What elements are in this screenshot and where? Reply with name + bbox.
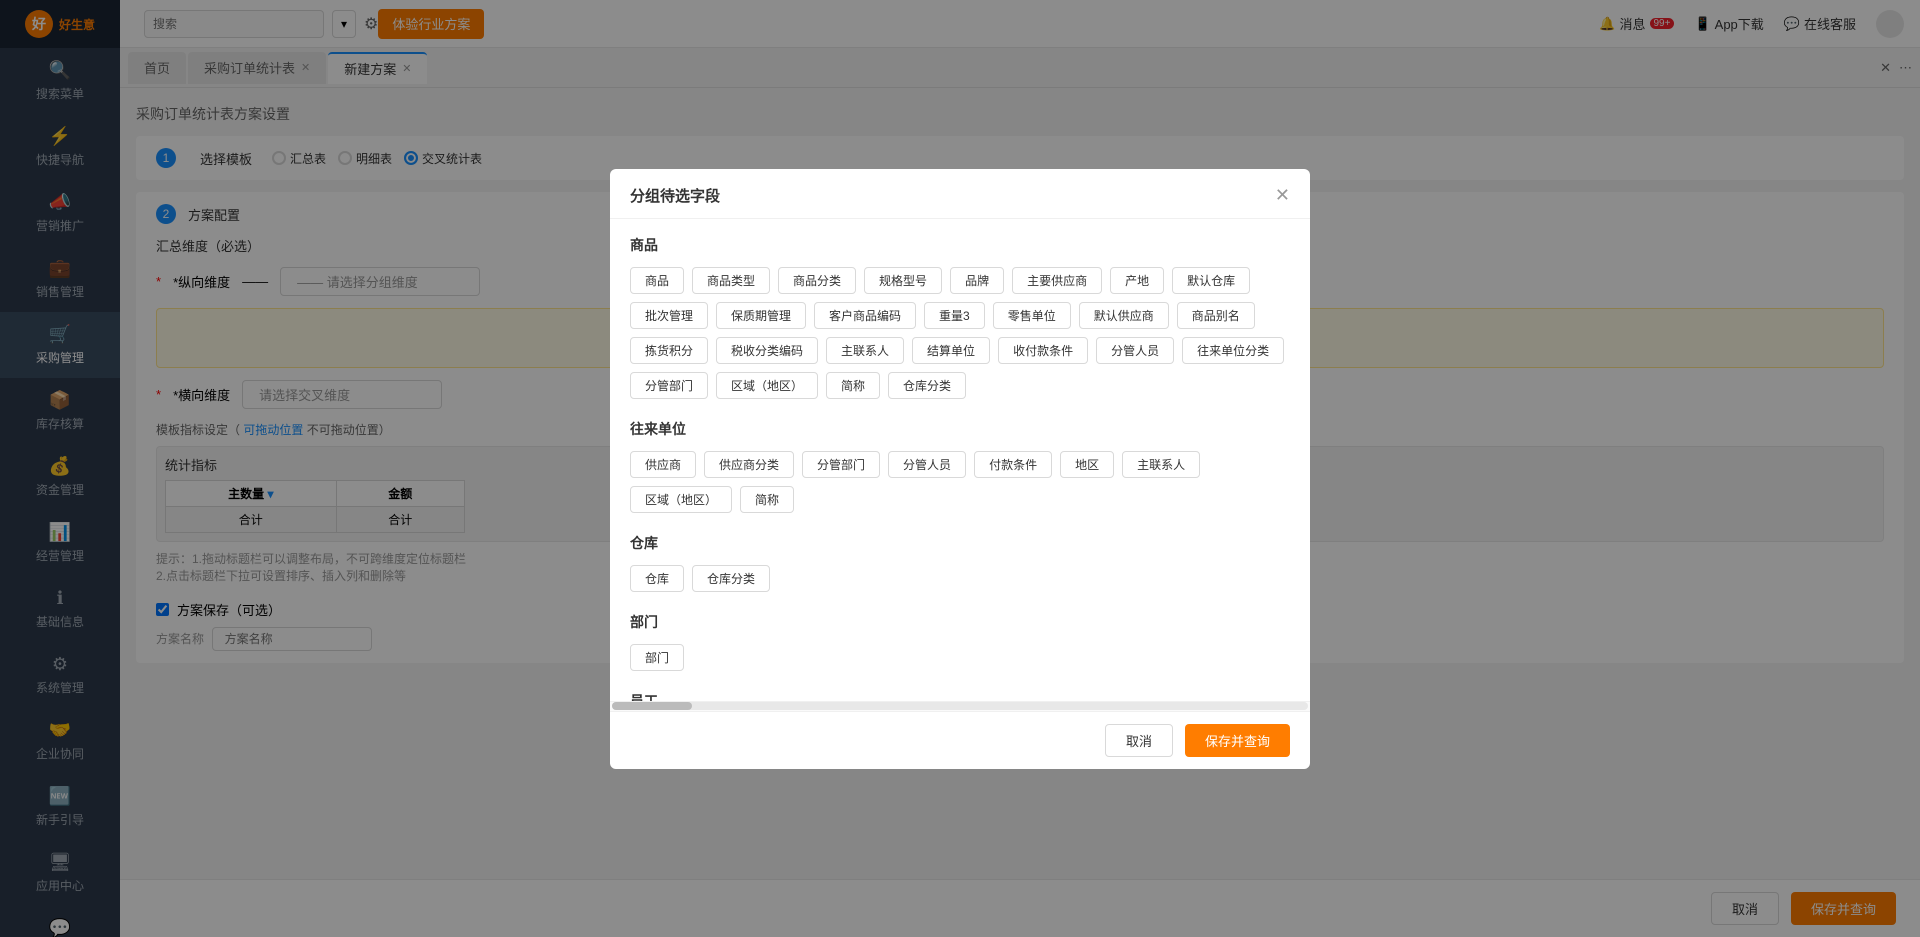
field-tag-0-10[interactable]: 客户商品编码 — [814, 302, 916, 329]
field-tag-1-3[interactable]: 分管人员 — [888, 451, 966, 478]
field-group-2: 仓库仓库仓库分类 — [630, 533, 1290, 592]
field-tag-1-8[interactable]: 简称 — [740, 486, 794, 513]
field-tag-1-4[interactable]: 付款条件 — [974, 451, 1052, 478]
field-tag-0-8[interactable]: 批次管理 — [630, 302, 708, 329]
field-tag-3-0[interactable]: 部门 — [630, 644, 684, 671]
field-group-0: 商品商品商品类型商品分类规格型号品牌主要供应商产地默认仓库批次管理保质期管理客户… — [630, 235, 1290, 399]
field-group-title-3: 部门 — [630, 612, 1290, 632]
field-tags-1: 供应商供应商分类分管部门分管人员付款条件地区主联系人区域（地区） 简称 — [630, 451, 1290, 513]
field-group-title-1: 往来单位 — [630, 419, 1290, 439]
field-tag-1-1[interactable]: 供应商分类 — [704, 451, 794, 478]
field-tag-0-19[interactable]: 收付款条件 — [998, 337, 1088, 364]
field-tag-0-17[interactable]: 主联系人 — [826, 337, 904, 364]
field-tag-1-0[interactable]: 供应商 — [630, 451, 696, 478]
modal-footer: 取消 保存并查询 — [610, 711, 1310, 769]
field-tag-0-9[interactable]: 保质期管理 — [716, 302, 806, 329]
field-tag-0-16[interactable]: 税收分类编码 — [716, 337, 818, 364]
field-tags-0: 商品商品类型商品分类规格型号品牌主要供应商产地默认仓库批次管理保质期管理客户商品… — [630, 267, 1290, 399]
field-tags-2: 仓库仓库分类 — [630, 565, 1290, 592]
field-tag-0-25[interactable]: 仓库分类 — [888, 372, 966, 399]
modal-close-icon[interactable]: ✕ — [1275, 185, 1290, 206]
modal-bottom-scrollbar[interactable] — [610, 701, 1310, 710]
modal-save-button[interactable]: 保存并查询 — [1185, 724, 1290, 757]
field-tag-0-4[interactable]: 品牌 — [950, 267, 1004, 294]
field-tag-0-20[interactable]: 分管人员 — [1096, 337, 1174, 364]
field-tag-0-23[interactable]: 区域（地区） — [716, 372, 818, 399]
field-group-title-0: 商品 — [630, 235, 1290, 255]
field-tag-1-5[interactable]: 地区 — [1060, 451, 1114, 478]
modal-overlay[interactable]: 分组待选字段 ✕ 商品商品商品类型商品分类规格型号品牌主要供应商产地默认仓库批次… — [0, 0, 1920, 937]
field-tag-2-1[interactable]: 仓库分类 — [692, 565, 770, 592]
modal-cancel-button[interactable]: 取消 — [1105, 724, 1173, 757]
scroll-track — [612, 702, 1308, 710]
field-tag-0-22[interactable]: 分管部门 — [630, 372, 708, 399]
field-tag-1-2[interactable]: 分管部门 — [802, 451, 880, 478]
field-tag-0-1[interactable]: 商品类型 — [692, 267, 770, 294]
field-tag-0-0[interactable]: 商品 — [630, 267, 684, 294]
field-tag-0-15[interactable]: 拣货积分 — [630, 337, 708, 364]
field-tag-0-18[interactable]: 结算单位 — [912, 337, 990, 364]
modal-header: 分组待选字段 ✕ — [610, 169, 1310, 219]
scroll-thumb[interactable] — [612, 702, 692, 710]
field-tag-0-21[interactable]: 往来单位分类 — [1182, 337, 1284, 364]
field-group-title-4: 员工 — [630, 691, 1290, 702]
field-tag-0-5[interactable]: 主要供应商 — [1012, 267, 1102, 294]
field-group-title-2: 仓库 — [630, 533, 1290, 553]
field-tag-0-7[interactable]: 默认仓库 — [1172, 267, 1250, 294]
field-tag-0-14[interactable]: 商品别名 — [1177, 302, 1255, 329]
field-tags-3: 部门 — [630, 644, 1290, 671]
field-group-1: 往来单位供应商供应商分类分管部门分管人员付款条件地区主联系人区域（地区） 简称 — [630, 419, 1290, 513]
field-tag-1-6[interactable]: 主联系人 — [1122, 451, 1200, 478]
field-tag-0-6[interactable]: 产地 — [1110, 267, 1164, 294]
field-group-3: 部门部门 — [630, 612, 1290, 671]
field-tag-0-2[interactable]: 商品分类 — [778, 267, 856, 294]
modal-title: 分组待选字段 — [630, 185, 720, 206]
field-tag-2-0[interactable]: 仓库 — [630, 565, 684, 592]
field-tag-0-12[interactable]: 零售单位 — [993, 302, 1071, 329]
field-tag-0-24[interactable]: 简称 — [826, 372, 880, 399]
field-tag-0-3[interactable]: 规格型号 — [864, 267, 942, 294]
field-tag-1-7[interactable]: 区域（地区） — [630, 486, 732, 513]
modal-dialog: 分组待选字段 ✕ 商品商品商品类型商品分类规格型号品牌主要供应商产地默认仓库批次… — [610, 169, 1310, 769]
field-tag-0-11[interactable]: 重量3 — [924, 302, 985, 329]
field-tag-0-13[interactable]: 默认供应商 — [1079, 302, 1169, 329]
modal-body: 商品商品商品类型商品分类规格型号品牌主要供应商产地默认仓库批次管理保质期管理客户… — [610, 219, 1310, 702]
field-group-4: 员工业务员 — [630, 691, 1290, 702]
